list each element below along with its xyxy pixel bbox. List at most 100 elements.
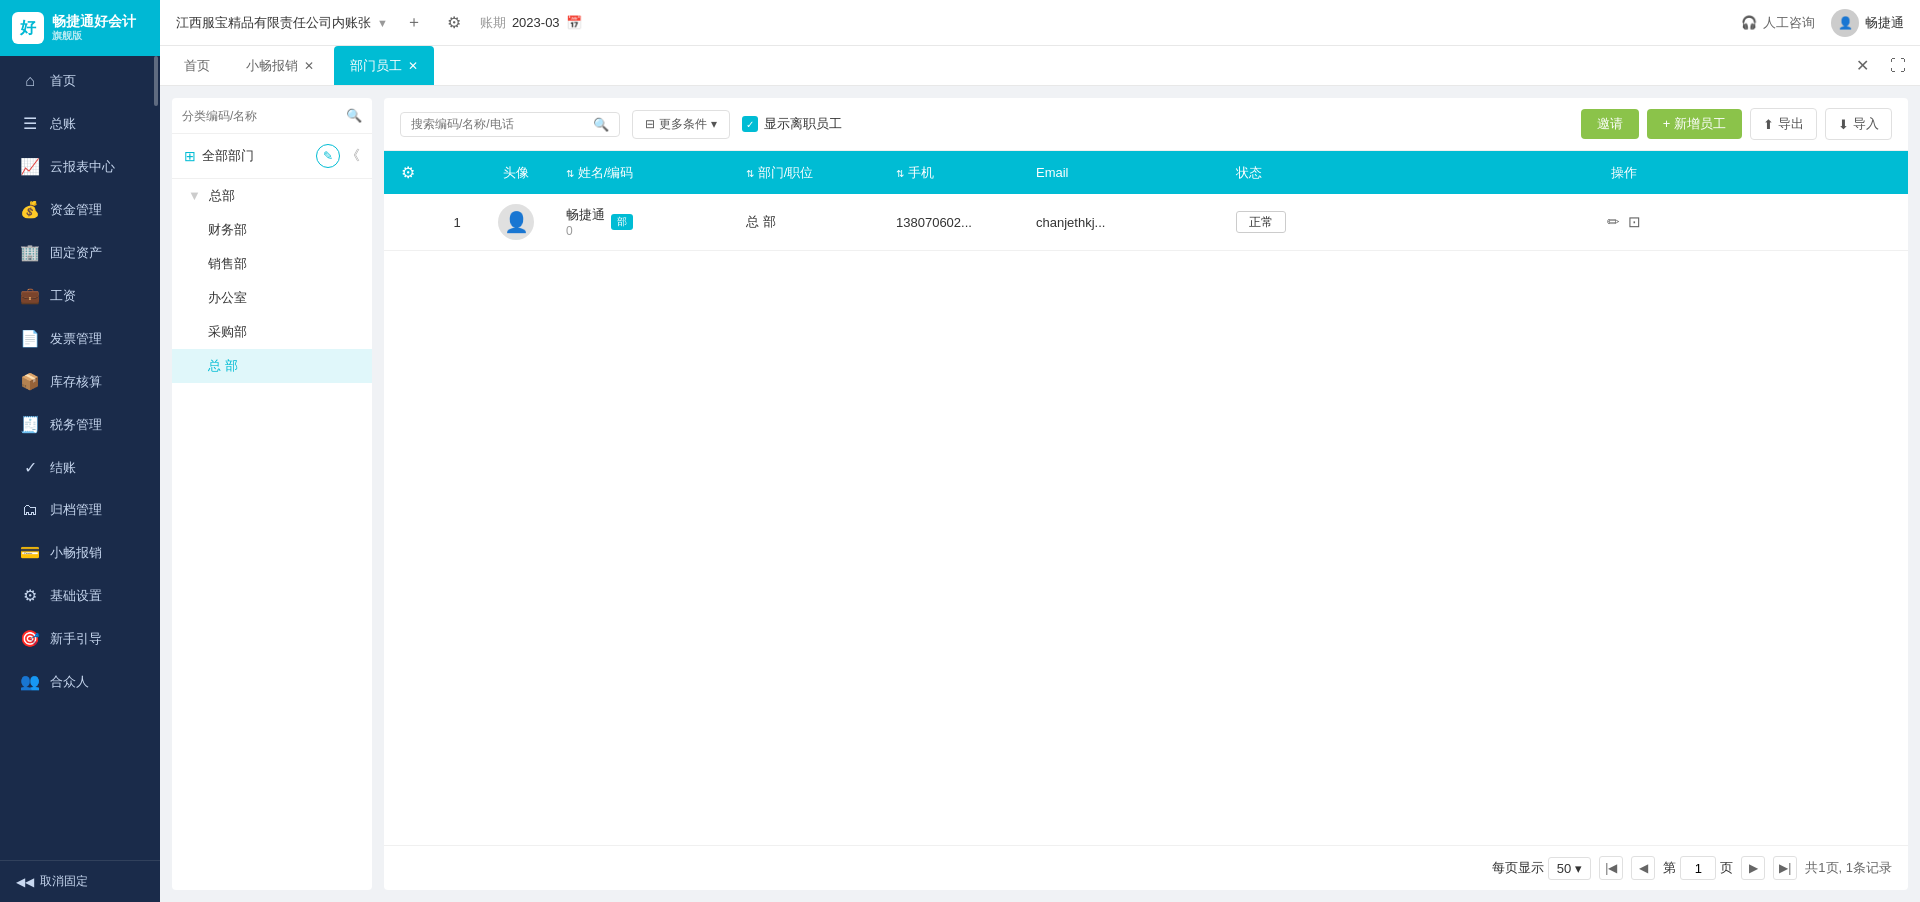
add-employee-button[interactable]: + 新增员工 xyxy=(1647,109,1742,139)
dept-node-finance[interactable]: 财务部 xyxy=(172,213,372,247)
sidebar-item-label: 工资 xyxy=(50,287,76,305)
user-menu[interactable]: 👤 畅捷通 xyxy=(1831,9,1904,37)
col-phone-header[interactable]: ⇅ 手机 xyxy=(880,151,1020,194)
employee-actions: 邀请 + 新增员工 ⬆ 导出 ⬇ 导入 xyxy=(1581,108,1892,140)
sidebar-item-checkout[interactable]: ✓ 结账 xyxy=(0,446,160,489)
close-tab-button[interactable]: ✕ xyxy=(1848,52,1876,80)
sidebar: 好 畅捷通好会计 旗舰版 ⌂ 首页 ☰ 总账 📈 云报表中心 💰 资金管理 🏢 … xyxy=(0,0,160,902)
sidebar-item-label: 总账 xyxy=(50,115,76,133)
dept-search-input[interactable] xyxy=(182,109,340,123)
collapse-panel-button[interactable]: 《 xyxy=(346,147,360,165)
tab-home[interactable]: 首页 xyxy=(168,46,226,85)
sidebar-item-label: 小畅报销 xyxy=(50,544,102,562)
page-number-input[interactable] xyxy=(1680,856,1716,880)
sort-icon: ⇅ xyxy=(566,168,574,179)
sort-icon: ⇅ xyxy=(746,168,754,179)
tab-dept-employee[interactable]: 部门员工 ✕ xyxy=(334,46,434,85)
employee-search-input[interactable] xyxy=(411,117,587,131)
sidebar-item-home[interactable]: ⌂ 首页 xyxy=(0,60,160,102)
sidebar-item-fixed-assets[interactable]: 🏢 固定资产 xyxy=(0,231,160,274)
chevron-down-icon: ▾ xyxy=(1575,861,1582,876)
settings-button[interactable]: ⚙ xyxy=(440,9,468,37)
prev-page-button[interactable]: ◀ xyxy=(1631,856,1655,880)
sidebar-item-tax[interactable]: 🧾 税务管理 xyxy=(0,403,160,446)
next-page-button[interactable]: ▶ xyxy=(1741,856,1765,880)
sidebar-item-label: 税务管理 xyxy=(50,416,102,434)
col-name-header[interactable]: ⇅ 姓名/编码 xyxy=(550,151,730,194)
show-resigned-toggle[interactable]: ✓ 显示离职员工 xyxy=(742,115,842,133)
topbar-actions: ＋ ⚙ xyxy=(400,9,468,37)
col-dept-header[interactable]: ⇅ 部门/职位 xyxy=(730,151,880,194)
add-tab-button[interactable]: ＋ xyxy=(400,9,428,37)
sidebar-item-archive[interactable]: 🗂 归档管理 xyxy=(0,489,160,531)
chevron-down-icon: ▾ xyxy=(711,117,717,131)
col-settings[interactable]: ⚙ xyxy=(384,151,432,194)
app-logo: 好 畅捷通好会计 旗舰版 xyxy=(0,0,160,56)
last-page-button[interactable]: ▶| xyxy=(1773,856,1797,880)
sidebar-item-guide[interactable]: 🎯 新手引导 xyxy=(0,617,160,660)
support-button[interactable]: 🎧 人工咨询 xyxy=(1741,14,1815,32)
sidebar-item-partner[interactable]: 👥 合众人 xyxy=(0,660,160,703)
tab-expense[interactable]: 小畅报销 ✕ xyxy=(230,46,330,85)
sidebar-item-ledger[interactable]: ☰ 总账 xyxy=(0,102,160,145)
dept-node-sales[interactable]: 销售部 xyxy=(172,247,372,281)
dept-node-general[interactable]: 总 部 xyxy=(172,349,372,383)
company-name[interactable]: 江西服宝精品有限责任公司内账张 ▼ xyxy=(176,14,388,32)
more-actions-button[interactable]: ⊡ xyxy=(1628,213,1641,231)
tab-controls: ✕ ⛶ xyxy=(1848,52,1912,80)
dept-grid-icon: ⊞ xyxy=(184,148,196,164)
edit-dept-button[interactable]: ✎ xyxy=(316,144,340,168)
edit-employee-button[interactable]: ✏ xyxy=(1607,213,1620,231)
employee-avatar: 👤 xyxy=(498,204,534,240)
employee-toolbar: 🔍 ⊟ 更多条件 ▾ ✓ 显示离职员工 邀请 + 新增员工 ⬆ 导出 xyxy=(384,98,1908,151)
sidebar-item-funds[interactable]: 💰 资金管理 xyxy=(0,188,160,231)
fixed-assets-icon: 🏢 xyxy=(20,243,40,262)
dept-node-office[interactable]: 办公室 xyxy=(172,281,372,315)
calendar-icon: 📅 xyxy=(566,15,582,30)
tab-expense-close-icon[interactable]: ✕ xyxy=(304,59,314,73)
tabs-bar: 首页 小畅报销 ✕ 部门员工 ✕ ✕ ⛶ xyxy=(160,46,1920,86)
invite-button[interactable]: 邀请 xyxy=(1581,109,1639,139)
ledger-icon: ☰ xyxy=(20,114,40,133)
cancel-pin-button[interactable]: ◀◀ 取消固定 xyxy=(0,860,160,902)
employee-panel: 🔍 ⊟ 更多条件 ▾ ✓ 显示离职员工 邀请 + 新增员工 ⬆ 导出 xyxy=(384,98,1908,890)
per-page-selector: 每页显示 50 ▾ xyxy=(1492,857,1591,880)
sidebar-item-label: 首页 xyxy=(50,72,76,90)
import-button[interactable]: ⬇ 导入 xyxy=(1825,108,1892,140)
more-filter-button[interactable]: ⊟ 更多条件 ▾ xyxy=(632,110,730,139)
table-settings-icon[interactable]: ⚙ xyxy=(401,164,415,181)
checkout-icon: ✓ xyxy=(20,458,40,477)
archive-icon: 🗂 xyxy=(20,501,40,519)
salary-icon: 💼 xyxy=(20,286,40,305)
cell-action: ✏ ⊡ xyxy=(1340,194,1908,251)
sidebar-item-reports[interactable]: 📈 云报表中心 xyxy=(0,145,160,188)
page-input-group: 第 页 xyxy=(1663,856,1733,880)
sidebar-item-expense[interactable]: 💳 小畅报销 xyxy=(0,531,160,574)
sidebar-item-settings[interactable]: ⚙ 基础设置 xyxy=(0,574,160,617)
sidebar-item-label: 基础设置 xyxy=(50,587,102,605)
expense-icon: 💳 xyxy=(20,543,40,562)
sidebar-item-label: 云报表中心 xyxy=(50,158,115,176)
sidebar-item-label: 合众人 xyxy=(50,673,89,691)
sidebar-item-label: 库存核算 xyxy=(50,373,102,391)
dept-node-root[interactable]: ▼ 总部 xyxy=(172,179,372,213)
employee-table: ⚙ 头像 ⇅ 姓名/编码 ⇅ xyxy=(384,151,1908,251)
tab-dept-close-icon[interactable]: ✕ xyxy=(408,59,418,73)
sort-icon: ⇅ xyxy=(896,168,904,179)
sidebar-item-invoice[interactable]: 📄 发票管理 xyxy=(0,317,160,360)
inventory-icon: 📦 xyxy=(20,372,40,391)
invoice-icon: 📄 xyxy=(20,329,40,348)
first-page-button[interactable]: |◀ xyxy=(1599,856,1623,880)
sidebar-item-inventory[interactable]: 📦 库存核算 xyxy=(0,360,160,403)
search-icon: 🔍 xyxy=(593,117,609,132)
per-page-dropdown[interactable]: 50 ▾ xyxy=(1548,857,1591,880)
maximize-tab-button[interactable]: ⛶ xyxy=(1884,52,1912,80)
export-button[interactable]: ⬆ 导出 xyxy=(1750,108,1817,140)
department-panel: 🔍 ⊞ 全部部门 ✎ 《 ▼ 总部 财务部 xyxy=(172,98,372,890)
headset-icon: 🎧 xyxy=(1741,15,1757,30)
reports-icon: 📈 xyxy=(20,157,40,176)
sidebar-item-salary[interactable]: 💼 工资 xyxy=(0,274,160,317)
app-name: 畅捷通好会计 xyxy=(52,13,136,30)
dept-node-purchase[interactable]: 采购部 xyxy=(172,315,372,349)
main-area: 江西服宝精品有限责任公司内账张 ▼ ＋ ⚙ 账期 2023-03 📅 🎧 人工咨… xyxy=(160,0,1920,902)
